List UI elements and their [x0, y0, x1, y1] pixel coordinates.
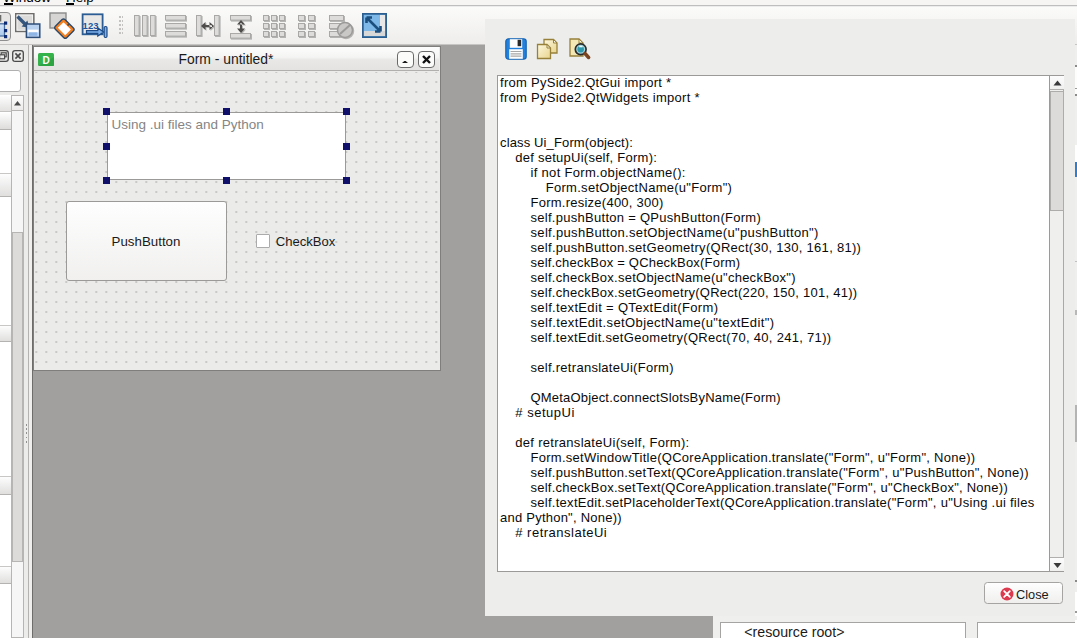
- svg-text:123: 123: [83, 20, 99, 31]
